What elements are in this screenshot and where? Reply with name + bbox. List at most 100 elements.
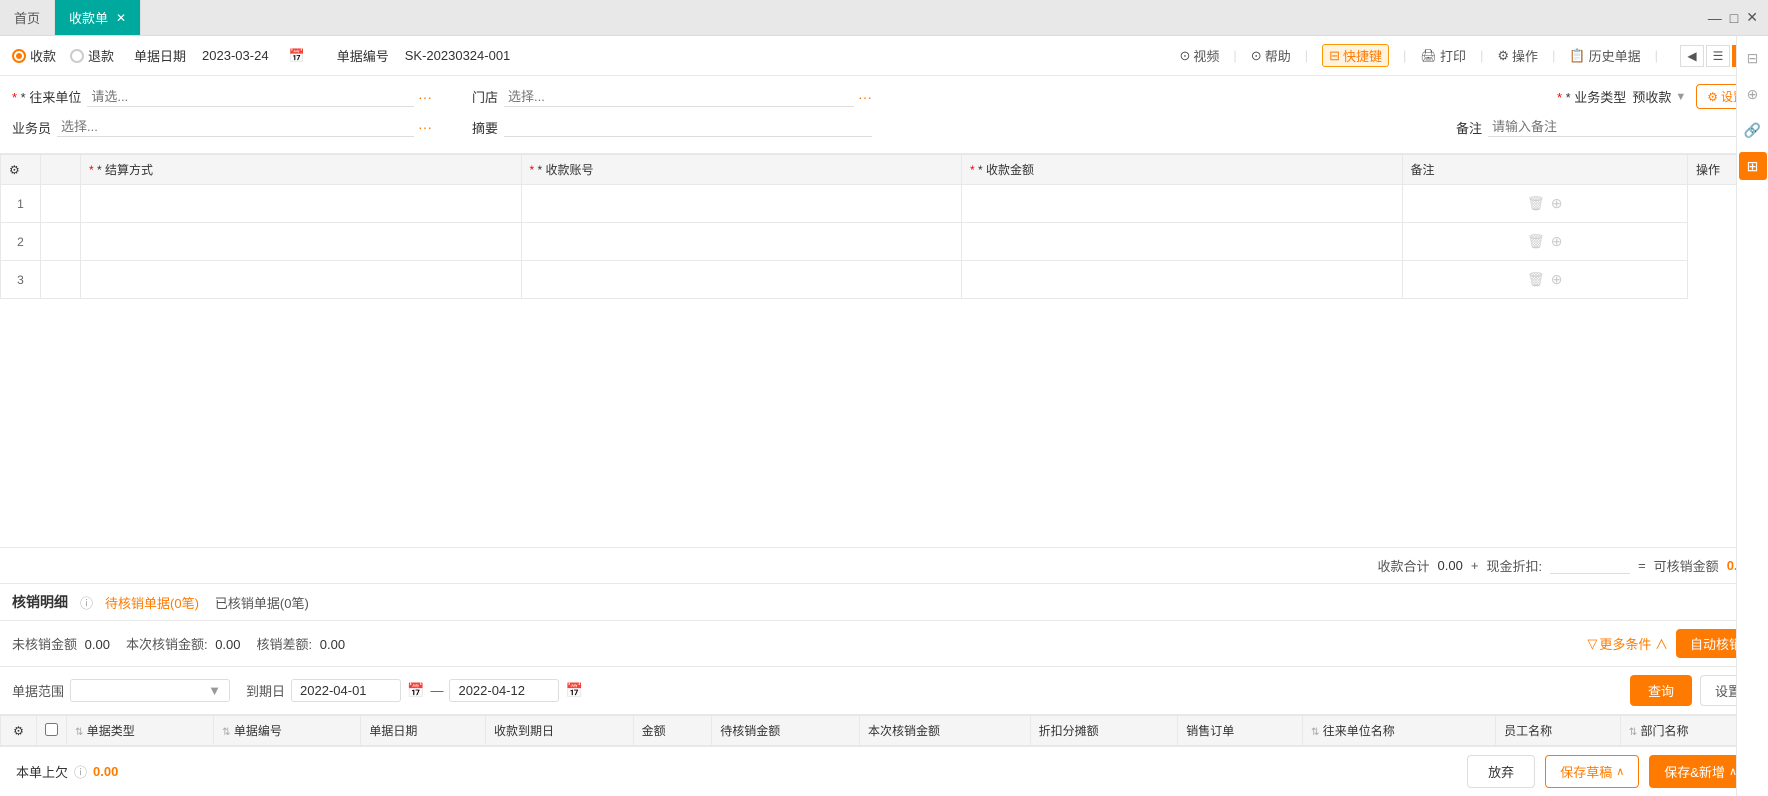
print-icon: 🖨 <box>1420 48 1437 64</box>
row-1-amount[interactable] <box>521 185 962 223</box>
row-3-copy-icon[interactable]: ⊕ <box>1551 271 1563 288</box>
sum-value: 0.00 <box>1438 558 1463 573</box>
gear-icon: ⚙ <box>1707 90 1718 104</box>
row-1-settlement[interactable] <box>41 185 81 223</box>
lower-checkbox-header[interactable] <box>37 716 67 746</box>
print-action[interactable]: 🖨 打印 <box>1420 46 1466 65</box>
video-action[interactable]: ⊙ 视频 <box>1179 46 1219 65</box>
view-btn-left[interactable]: ◀ <box>1680 45 1704 67</box>
counterparty-more-icon[interactable]: ··· <box>418 89 432 105</box>
view-btn-list[interactable]: ☰ <box>1706 45 1730 67</box>
row-2-amount[interactable] <box>521 223 962 261</box>
discount-input[interactable] <box>1550 558 1630 574</box>
footer-value: 0.00 <box>93 764 118 779</box>
help-action[interactable]: ⊙ 帮助 <box>1251 46 1291 65</box>
right-panel-table-icon[interactable]: ⊟ <box>1739 44 1767 72</box>
remark-input[interactable] <box>1488 117 1756 137</box>
tab-bar-actions: — □ ✕ <box>1708 9 1768 26</box>
doc-date-value: 2023-03-24 <box>202 48 269 63</box>
current-value: 0.00 <box>215 637 240 652</box>
tab-receipt[interactable]: 收款单 ✕ <box>55 0 141 35</box>
window-minimize-btn[interactable]: — <box>1708 10 1722 26</box>
row-1-account[interactable] <box>81 185 522 223</box>
radio-refund[interactable]: 退款 <box>70 46 114 65</box>
diff-stat: 核销差额: 0.00 <box>257 634 346 653</box>
row-2-delete-icon[interactable]: 🗑 <box>1527 233 1545 250</box>
discard-btn[interactable]: 放弃 <box>1467 755 1535 788</box>
row-2-settlement[interactable] <box>41 223 81 261</box>
video-label: 视频 <box>1193 46 1219 65</box>
verify-stats: 未核销金额 0.00 本次核销金额: 0.00 核销差额: 0.00 ▽ 更多条… <box>0 621 1768 667</box>
row-3-amount[interactable] <box>521 261 962 299</box>
date-to-icon[interactable]: 📅 <box>565 682 582 699</box>
business-type-select[interactable]: 预收款 ▼ <box>1632 87 1686 106</box>
shop-more-icon[interactable]: ··· <box>858 89 872 105</box>
table-area: ⚙ * 结算方式 * 收款账号 * 收款金额 备注 操作 1 <box>0 154 1768 548</box>
staff-input[interactable] <box>57 117 414 137</box>
date-to-input[interactable] <box>449 679 559 702</box>
row-3-delete-icon[interactable]: 🗑 <box>1527 271 1545 288</box>
unchecked-value: 0.00 <box>85 637 110 652</box>
counterparty-field: * 往来单位 ··· <box>12 87 432 107</box>
shortcut-action[interactable]: ⊟ 快捷键 <box>1322 44 1389 67</box>
lower-gear-header[interactable]: ⚙ <box>1 716 37 746</box>
radio-receipt[interactable]: 收款 <box>12 46 56 65</box>
window-close-btn[interactable]: ✕ <box>1746 9 1758 26</box>
right-panel-layer-icon[interactable]: ⊕ <box>1739 80 1767 108</box>
row-2-account[interactable] <box>81 223 522 261</box>
range-select[interactable]: ▼ <box>70 679 230 702</box>
verify-info-icon[interactable]: ⓘ <box>80 593 93 612</box>
tab-home[interactable]: 首页 <box>0 0 55 35</box>
done-tab[interactable]: 已核销单据(0笔) <box>215 593 309 612</box>
pending-tab[interactable]: 待核销单据(0笔) <box>105 593 199 612</box>
row-2-copy-icon[interactable]: ⊕ <box>1551 233 1563 250</box>
shop-field: 门店 ··· <box>472 87 872 107</box>
summary-bar: 收款合计 0.00 + 现金折扣: = 可核销金额 0.00 <box>0 548 1768 584</box>
footer: 本单上欠 ⓘ 0.00 放弃 保存草稿 ∧ 保存&新增 ∧ <box>0 746 1768 796</box>
row-1-delete-icon[interactable]: 🗑 <box>1527 195 1545 212</box>
date-from-input[interactable] <box>291 679 401 702</box>
table-account-header: * 收款账号 <box>521 155 962 185</box>
counterparty-input[interactable] <box>87 87 414 107</box>
row-1-remark[interactable] <box>962 185 1403 223</box>
doc-num-label: 单据编号 <box>337 46 389 65</box>
staff-more-icon[interactable]: ··· <box>418 119 432 135</box>
row-3-settlement[interactable] <box>41 261 81 299</box>
history-action[interactable]: 📋 历史单据 <box>1569 46 1640 65</box>
receipt-type-radio-group: 收款 退款 <box>12 46 114 65</box>
operation-action[interactable]: ⚙ 操作 <box>1497 46 1538 65</box>
more-conditions-btn[interactable]: ▽ 更多条件 ∧ <box>1587 634 1668 653</box>
window-maximize-btn[interactable]: □ <box>1730 10 1738 26</box>
footer-info-icon[interactable]: ⓘ <box>74 762 87 781</box>
date-filter-field: 到期日 📅 — 📅 <box>246 679 583 702</box>
filter-row: 单据范围 ▼ 到期日 📅 — 📅 查询 设置 <box>0 667 1768 715</box>
doc-info: 单据日期 2023-03-24 📅 单据编号 SK-20230324-001 <box>134 46 510 65</box>
table-rownum-header <box>41 155 81 185</box>
form-row-2: 业务员 ··· 摘要 备注 <box>12 117 1756 137</box>
select-all-checkbox[interactable] <box>45 723 58 736</box>
current-stat: 本次核销金额: 0.00 <box>126 634 241 653</box>
tab-receipt-label: 收款单 <box>69 8 108 27</box>
row-3-remark[interactable] <box>962 261 1403 299</box>
row-3-account[interactable] <box>81 261 522 299</box>
row-1-copy-icon[interactable]: ⊕ <box>1551 195 1563 212</box>
query-btn[interactable]: 查询 <box>1630 675 1692 706</box>
main-content: 收款 退款 单据日期 2023-03-24 📅 单据编号 SK-20230324… <box>0 36 1768 796</box>
equals-sign: = <box>1638 558 1646 573</box>
diff-label: 核销差额: <box>257 637 313 652</box>
save-draft-btn[interactable]: 保存草稿 ∧ <box>1545 755 1639 788</box>
summary-input[interactable] <box>504 117 872 137</box>
row-2-remark[interactable] <box>962 223 1403 261</box>
toolbar-actions: ⊙ 视频 | ⊙ 帮助 | ⊟ 快捷键 | 🖨 打印 | ⚙ 操作 <box>1179 44 1756 67</box>
table-row: 1 🗑 ⊕ <box>1 185 1768 223</box>
tab-receipt-close[interactable]: ✕ <box>116 11 126 25</box>
sum-label: 收款合计 <box>1378 556 1430 575</box>
date-from-icon[interactable]: 📅 <box>407 682 424 699</box>
table-gear-header[interactable]: ⚙ <box>1 155 41 185</box>
right-panel-link-icon[interactable]: 🔗 <box>1739 116 1767 144</box>
row-num-1: 1 <box>1 185 41 223</box>
doc-date-picker-icon[interactable]: 📅 <box>289 48 305 64</box>
available-label: 可核销金额 <box>1654 556 1719 575</box>
shop-input[interactable] <box>504 87 854 107</box>
right-panel-expand-icon[interactable]: ⊞ <box>1739 152 1767 180</box>
